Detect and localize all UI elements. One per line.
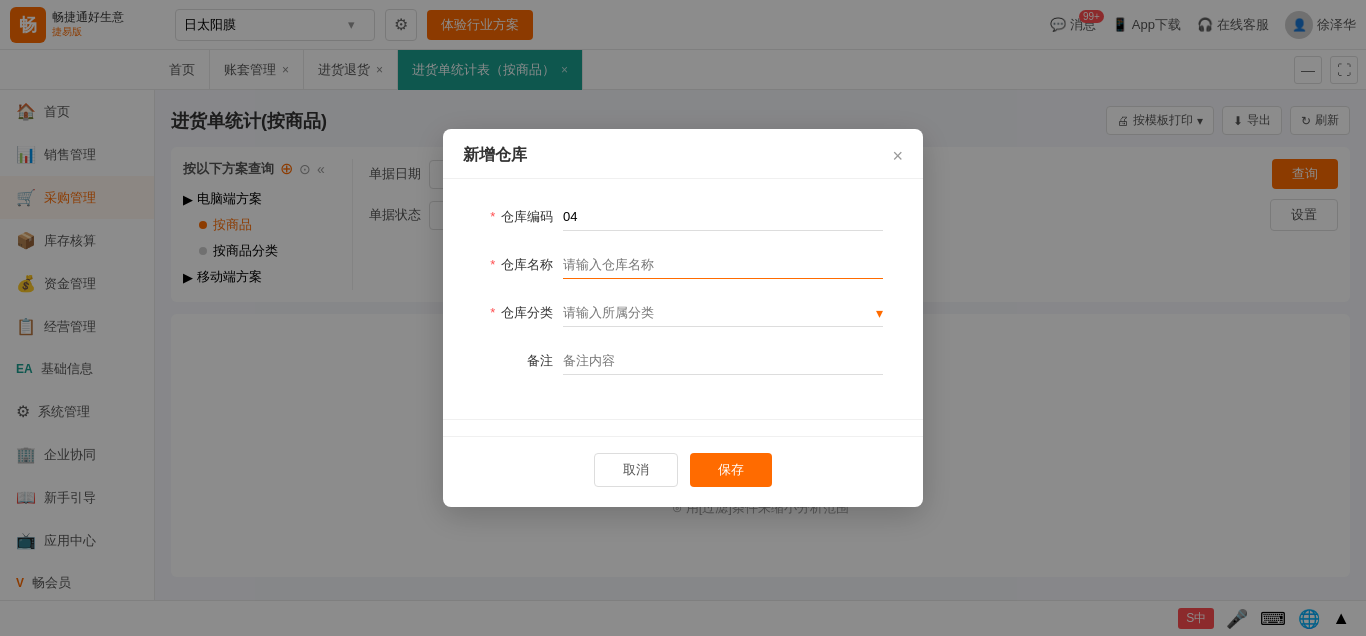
add-warehouse-modal: 新增仓库 × * 仓库编码 * 仓库名称 [443, 129, 923, 507]
warehouse-category-label: * 仓库分类 [483, 304, 563, 322]
warehouse-category-input[interactable] [563, 299, 876, 326]
save-button[interactable]: 保存 [690, 453, 772, 487]
modal-close-button[interactable]: × [892, 147, 903, 165]
modal-header: 新增仓库 × [443, 129, 923, 179]
modal-title: 新增仓库 [463, 145, 527, 166]
warehouse-remark-row: 备注 [483, 347, 883, 375]
warehouse-name-input[interactable] [563, 251, 883, 279]
warehouse-name-row: * 仓库名称 [483, 251, 883, 279]
warehouse-category-row: * 仓库分类 ▾ [483, 299, 883, 327]
warehouse-code-label: * 仓库编码 [483, 208, 563, 226]
warehouse-code-input[interactable] [563, 203, 883, 231]
warehouse-remark-input[interactable] [563, 347, 883, 375]
modal-footer: 取消 保存 [443, 436, 923, 507]
cancel-button[interactable]: 取消 [594, 453, 678, 487]
warehouse-remark-label: 备注 [483, 352, 563, 370]
category-dropdown-icon[interactable]: ▾ [876, 305, 883, 321]
modal-body: * 仓库编码 * 仓库名称 * 仓库分类 [443, 179, 923, 419]
warehouse-code-row: * 仓库编码 [483, 203, 883, 231]
modal-divider [443, 419, 923, 420]
modal-overlay: 新增仓库 × * 仓库编码 * 仓库名称 [0, 0, 1366, 636]
warehouse-name-label: * 仓库名称 [483, 256, 563, 274]
warehouse-category-wrapper: ▾ [563, 299, 883, 327]
